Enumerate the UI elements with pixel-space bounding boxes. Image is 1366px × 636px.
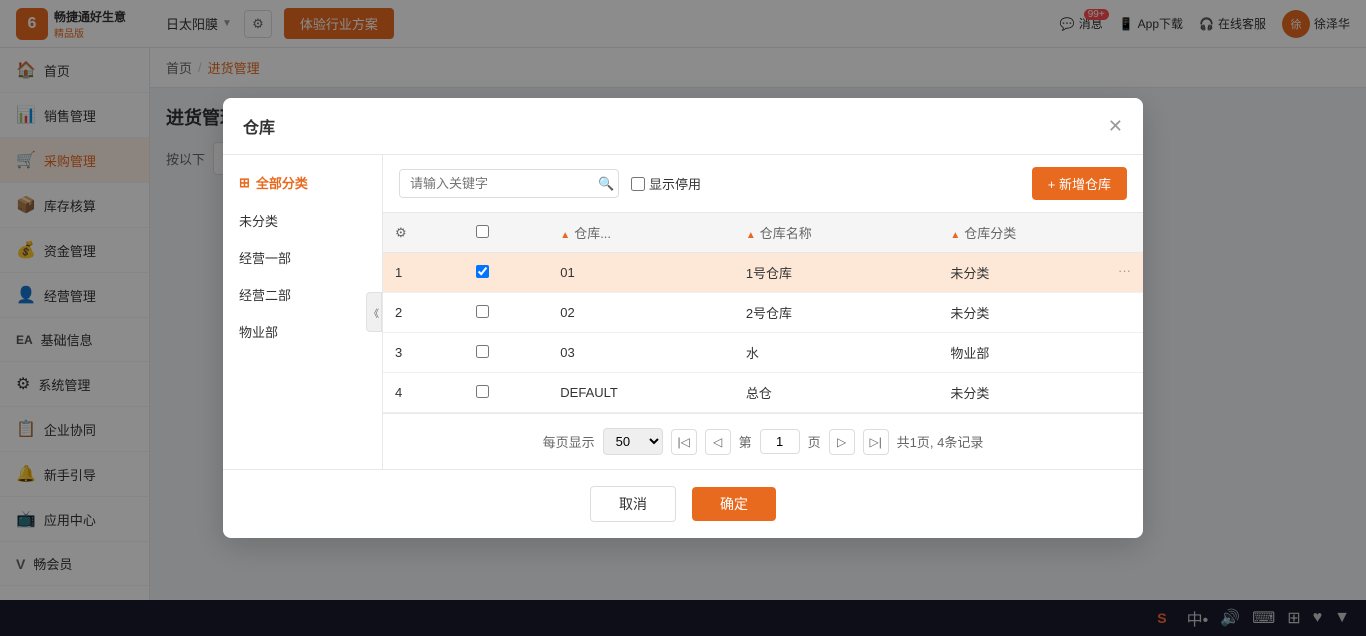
new-warehouse-button[interactable]: + 新增仓库 [1032, 167, 1127, 200]
row-category: 未分类 [938, 373, 1143, 413]
row-checkbox[interactable] [476, 305, 489, 318]
table-body: 1 01 1号仓库 未分类 ··· 2 02 2号仓库 [383, 253, 1143, 413]
next-page-button[interactable]: ▷ [829, 429, 855, 455]
table-row[interactable]: 4 DEFAULT 总仓 未分类 [383, 373, 1143, 413]
last-page-button[interactable]: ▷| [863, 429, 889, 455]
confirm-button[interactable]: 确定 [692, 487, 776, 521]
row-code: DEFAULT [548, 373, 734, 413]
row-name: 2号仓库 [734, 293, 939, 333]
row-name: 总仓 [734, 373, 939, 413]
page-input[interactable] [760, 429, 800, 454]
table-area: 🔍 显示停用 + 新增仓库 ⚙ [383, 155, 1143, 469]
category-item-unclassified[interactable]: 未分类 [223, 202, 382, 239]
modal-close-button[interactable]: ✕ [1108, 117, 1123, 135]
row-code: 03 [548, 333, 734, 373]
data-table: ⚙ ▲仓库... ▲仓库名称 ▲仓库分类 1 01 [383, 213, 1143, 413]
category-header-label: 全部分类 [256, 173, 308, 192]
row-action-icon[interactable]: ··· [1118, 263, 1131, 278]
per-page-label: 每页显示 [543, 432, 595, 451]
search-input-wrap: 🔍 [399, 169, 619, 198]
category-item-ops2[interactable]: 经营二部 [223, 276, 382, 313]
category-item-ops1[interactable]: 经营一部 [223, 239, 382, 276]
per-page-select[interactable]: 50 100 200 [603, 428, 663, 455]
row-code: 01 [548, 253, 734, 293]
grid-icon: ⊞ [239, 175, 250, 191]
prev-page-button[interactable]: ◁ [705, 429, 731, 455]
category-sidebar: ⊞ 全部分类 未分类 经营一部 经营二部 物业部 《 [223, 155, 383, 469]
row-check [464, 293, 548, 333]
show-disabled-checkbox[interactable] [631, 177, 645, 191]
row-name: 水 [734, 333, 939, 373]
modal-title: 仓库 [243, 114, 275, 138]
row-index: 4 [383, 373, 464, 413]
search-input[interactable] [400, 170, 590, 197]
select-all-checkbox[interactable] [476, 225, 489, 238]
modal-header: 仓库 ✕ [223, 98, 1143, 155]
table-header: ⚙ ▲仓库... ▲仓库名称 ▲仓库分类 [383, 213, 1143, 253]
category-collapse-button[interactable]: 《 [366, 292, 382, 332]
warehouse-table: ⚙ ▲仓库... ▲仓库名称 ▲仓库分类 1 01 [383, 213, 1143, 413]
page-suffix: 页 [808, 432, 821, 451]
first-page-button[interactable]: |◁ [671, 429, 697, 455]
pagination: 每页显示 50 100 200 |◁ ◁ 第 页 ▷ ▷| 共1页, 4条记录 [383, 413, 1143, 469]
row-name: 1号仓库 [734, 253, 939, 293]
category-item-property[interactable]: 物业部 [223, 313, 382, 350]
col-category: ▲仓库分类 [938, 213, 1143, 253]
row-category: 物业部 [938, 333, 1143, 373]
show-disabled-wrap: 显示停用 [631, 174, 701, 193]
row-check [464, 333, 548, 373]
modal-body: ⊞ 全部分类 未分类 经营一部 经营二部 物业部 《 🔍 [223, 155, 1143, 469]
modal-overlay[interactable]: 仓库 ✕ ⊞ 全部分类 未分类 经营一部 经营二部 物业部 《 [0, 0, 1366, 636]
row-checkbox[interactable] [476, 345, 489, 358]
cancel-button[interactable]: 取消 [590, 486, 676, 522]
search-icon[interactable]: 🔍 [590, 176, 619, 192]
col-checkbox [464, 213, 548, 253]
row-code: 02 [548, 293, 734, 333]
table-row[interactable]: 2 02 2号仓库 未分类 [383, 293, 1143, 333]
total-info: 共1页, 4条记录 [897, 432, 984, 451]
row-checkbox[interactable] [476, 385, 489, 398]
modal-footer: 取消 确定 [223, 469, 1143, 538]
row-checkbox[interactable] [476, 265, 489, 278]
table-row[interactable]: 3 03 水 物业部 [383, 333, 1143, 373]
category-header[interactable]: ⊞ 全部分类 [223, 163, 382, 202]
page-label: 第 [739, 432, 752, 451]
table-toolbar: 🔍 显示停用 + 新增仓库 [383, 155, 1143, 213]
row-category: 未分类 ··· [938, 253, 1143, 293]
row-check [464, 373, 548, 413]
chevron-left-icon: 《 [369, 305, 379, 320]
row-index: 3 [383, 333, 464, 373]
col-code: ▲仓库... [548, 213, 734, 253]
col-settings: ⚙ [383, 213, 464, 253]
warehouse-modal: 仓库 ✕ ⊞ 全部分类 未分类 经营一部 经营二部 物业部 《 [223, 98, 1143, 538]
row-check [464, 253, 548, 293]
show-disabled-label: 显示停用 [649, 174, 701, 193]
row-category: 未分类 [938, 293, 1143, 333]
row-index: 2 [383, 293, 464, 333]
col-name: ▲仓库名称 [734, 213, 939, 253]
row-index: 1 [383, 253, 464, 293]
table-row[interactable]: 1 01 1号仓库 未分类 ··· [383, 253, 1143, 293]
